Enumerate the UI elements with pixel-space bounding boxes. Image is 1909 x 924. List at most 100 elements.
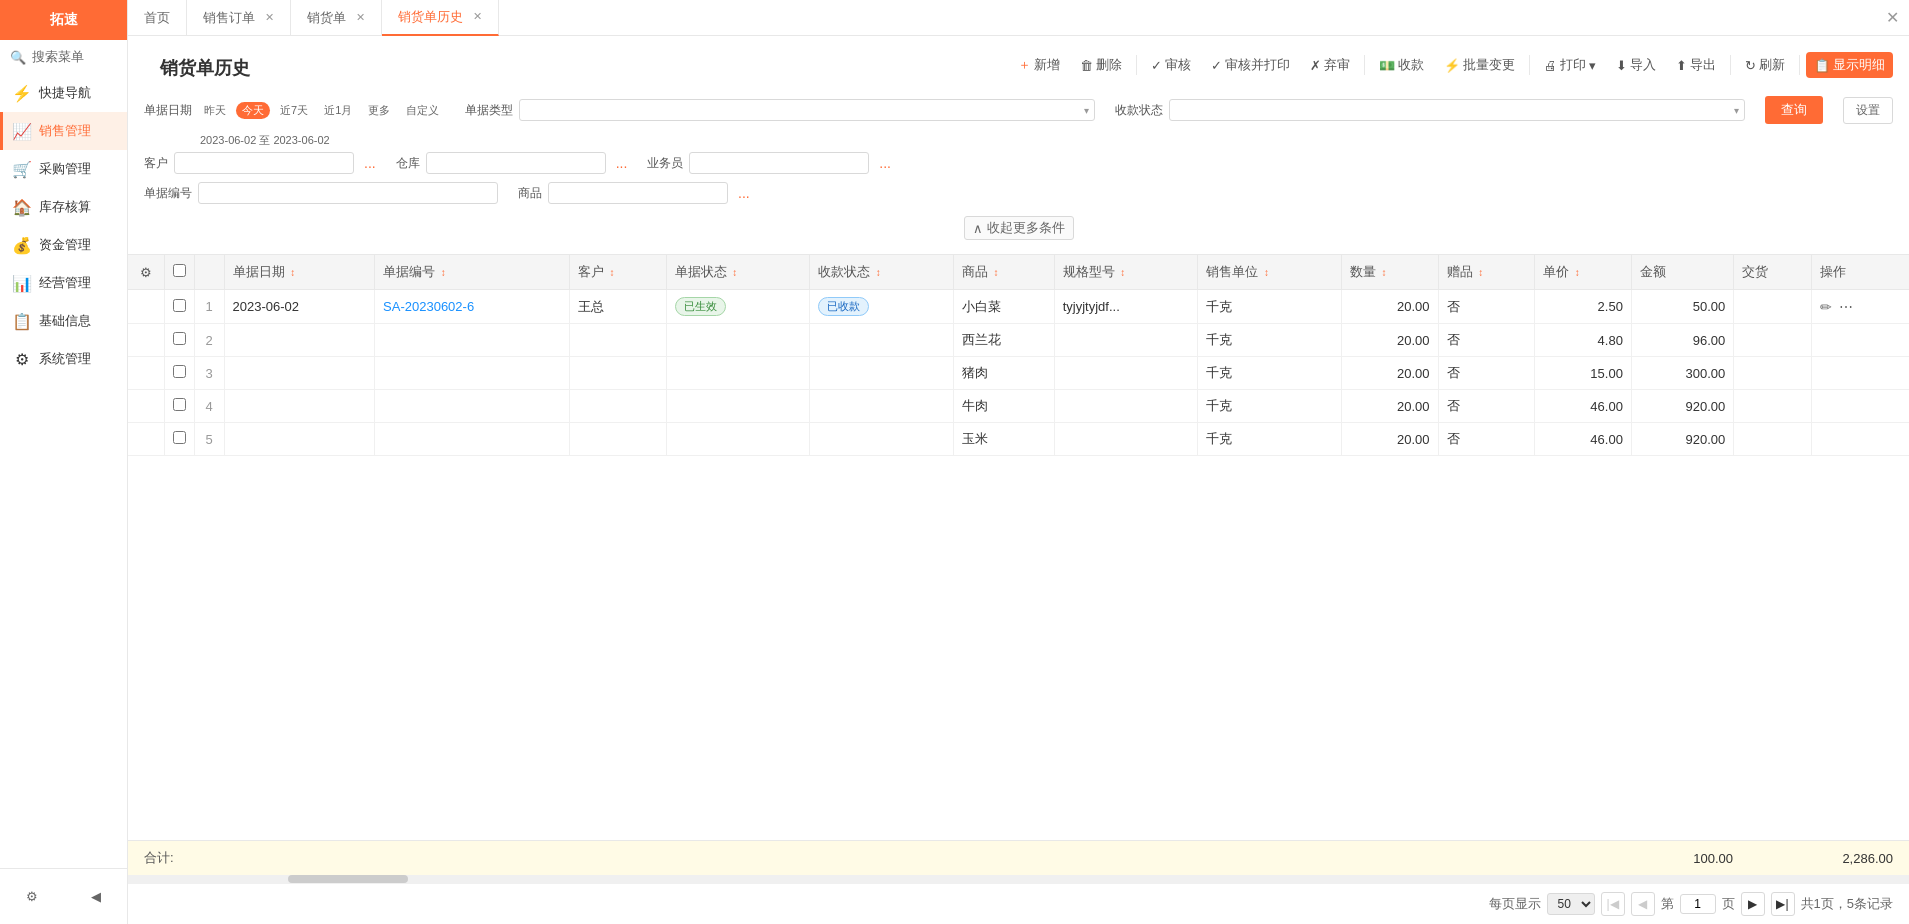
filter-row-3: 单据编号 商品 ...: [144, 182, 1893, 204]
date-tag-today[interactable]: 今天: [236, 102, 270, 119]
tab-sales-delivery-close[interactable]: ✕: [356, 11, 365, 24]
doc-no-link-1[interactable]: SA-20230602-6: [383, 299, 474, 314]
toolbar-export-btn[interactable]: ⬆ 导出: [1668, 52, 1724, 78]
row-checkbox-5[interactable]: [173, 431, 186, 444]
filter-staff-input[interactable]: [689, 152, 869, 174]
th-unit[interactable]: 销售单位 ↕: [1198, 255, 1342, 290]
sidebar-search[interactable]: 🔍 搜索菜单: [0, 40, 127, 74]
td-check-5[interactable]: [164, 423, 194, 456]
filter-customer-input[interactable]: [174, 152, 354, 174]
toolbar-abandon-btn[interactable]: ✗ 弃审: [1302, 52, 1358, 78]
collapse-button[interactable]: ∧ 收起更多条件: [964, 216, 1074, 240]
th-gift[interactable]: 赠品 ↕: [1438, 255, 1535, 290]
tab-sales-order[interactable]: 销售订单 ✕: [187, 0, 291, 36]
th-check[interactable]: [164, 255, 194, 290]
date-tag-7days[interactable]: 近7天: [274, 102, 314, 119]
th-doc-status[interactable]: 单据状态 ↕: [666, 255, 810, 290]
query-button[interactable]: 查询: [1765, 96, 1823, 124]
sidebar-item-operations[interactable]: 📊 经营管理: [0, 264, 127, 302]
edit-btn-1[interactable]: ✏: [1820, 299, 1832, 315]
tab-bar-close[interactable]: ✕: [1886, 8, 1909, 27]
row-checkbox-4[interactable]: [173, 398, 186, 411]
tab-sales-delivery[interactable]: 销货单 ✕: [291, 0, 382, 36]
sidebar-item-system-mgmt[interactable]: ⚙ 系统管理: [0, 340, 127, 378]
td-docno-1[interactable]: SA-20230602-6: [375, 290, 570, 324]
td-rownum-1: 1: [194, 290, 224, 324]
page-last-btn[interactable]: ▶|: [1771, 892, 1795, 916]
th-gear[interactable]: ⚙: [128, 255, 164, 290]
toolbar-review-print-btn[interactable]: ✓ 审核并打印: [1203, 52, 1298, 78]
th-transaction: 交货: [1734, 255, 1812, 290]
scrollbar-thumb[interactable]: [288, 875, 408, 883]
toolbar-batch-change-btn[interactable]: ⚡ 批量变更: [1436, 52, 1523, 78]
toolbar-delete-btn[interactable]: 🗑 删除: [1072, 52, 1130, 78]
td-check-4[interactable]: [164, 390, 194, 423]
td-check-2[interactable]: [164, 324, 194, 357]
horizontal-scrollbar[interactable]: [128, 875, 1909, 883]
sidebar-item-finance[interactable]: 💰 资金管理: [0, 226, 127, 264]
th-doc-no[interactable]: 单据编号 ↕: [375, 255, 570, 290]
table-container[interactable]: ⚙ 单据日期 ↕ 单据编号 ↕ 客户 ↕: [128, 255, 1909, 840]
filter-warehouse-input[interactable]: [426, 152, 606, 174]
td-check-3[interactable]: [164, 357, 194, 390]
filter-customer-dots[interactable]: ...: [364, 155, 376, 171]
import-icon: ⬇: [1616, 58, 1627, 73]
page-first-btn[interactable]: |◀: [1601, 892, 1625, 916]
toolbar-print-btn[interactable]: 🖨 打印 ▾: [1536, 52, 1604, 78]
filter-docno-input[interactable]: [198, 182, 498, 204]
sidebar-item-basic-info[interactable]: 📋 基础信息: [0, 302, 127, 340]
sidebar-settings-btn[interactable]: ⚙: [16, 881, 48, 912]
row-checkbox-1[interactable]: [173, 299, 186, 312]
page-next-btn[interactable]: ▶: [1741, 892, 1765, 916]
sidebar-item-label: 采购管理: [39, 160, 91, 178]
more-btn-1[interactable]: ⋯: [1839, 299, 1853, 315]
row-checkbox-2[interactable]: [173, 332, 186, 345]
sidebar-item-purchase-mgmt[interactable]: 🛒 采购管理: [0, 150, 127, 188]
row-checkbox-3[interactable]: [173, 365, 186, 378]
select-all-checkbox[interactable]: [173, 264, 186, 277]
settings-button[interactable]: 设置: [1843, 97, 1893, 124]
date-tag-yesterday[interactable]: 昨天: [198, 102, 232, 119]
th-doc-date-label: 单据日期: [233, 264, 285, 279]
toolbar-collect-btn[interactable]: 💵 收款: [1371, 52, 1432, 78]
td-unitprice-2: 4.80: [1535, 324, 1632, 357]
tab-sales-history[interactable]: 销货单历史 ✕: [382, 0, 499, 36]
filter-date-label: 单据日期: [144, 102, 192, 119]
page-prev-btn[interactable]: ◀: [1631, 892, 1655, 916]
th-unit-price[interactable]: 单价 ↕: [1535, 255, 1632, 290]
page-unit: 页: [1722, 895, 1735, 913]
tab-sales-history-close[interactable]: ✕: [473, 10, 482, 23]
sidebar-item-sales-mgmt[interactable]: 📈 销售管理: [0, 112, 127, 150]
td-check-1[interactable]: [164, 290, 194, 324]
sidebar-collapse-btn[interactable]: ◀: [81, 881, 111, 912]
th-spec[interactable]: 规格型号 ↕: [1054, 255, 1198, 290]
filter-warehouse-dots[interactable]: ...: [616, 155, 628, 171]
td-docdate-1: 2023-06-02: [224, 290, 375, 324]
filter-payment-status-select[interactable]: [1169, 99, 1745, 121]
filter-staff-label: 业务员: [647, 155, 683, 172]
toolbar-show-detail-btn[interactable]: 📋 显示明细: [1806, 52, 1893, 78]
filter-staff-dots[interactable]: ...: [879, 155, 891, 171]
toolbar-review-btn[interactable]: ✓ 审核: [1143, 52, 1199, 78]
date-tag-more[interactable]: 更多: [362, 102, 396, 119]
th-customer[interactable]: 客户 ↕: [569, 255, 666, 290]
per-page-select[interactable]: 50: [1547, 893, 1595, 915]
sidebar-item-inventory[interactable]: 🏠 库存核算: [0, 188, 127, 226]
tab-home[interactable]: 首页: [128, 0, 187, 36]
sidebar-item-quick-nav[interactable]: ⚡ 快捷导航: [0, 74, 127, 112]
filter-doc-type-select[interactable]: [519, 99, 1095, 121]
toolbar-import-btn[interactable]: ⬇ 导入: [1608, 52, 1664, 78]
th-payment-status[interactable]: 收款状态 ↕: [810, 255, 954, 290]
th-qty[interactable]: 数量 ↕: [1341, 255, 1438, 290]
filter-goods-input[interactable]: [548, 182, 728, 204]
th-goods[interactable]: 商品 ↕: [953, 255, 1054, 290]
filter-warehouse-group: 仓库 ...: [396, 152, 628, 174]
page-input[interactable]: [1680, 894, 1716, 914]
toolbar-new-btn[interactable]: ＋ 新增: [1010, 52, 1068, 78]
date-tag-1month[interactable]: 近1月: [318, 102, 358, 119]
tab-sales-order-close[interactable]: ✕: [265, 11, 274, 24]
date-tag-custom[interactable]: 自定义: [400, 102, 445, 119]
filter-goods-dots[interactable]: ...: [738, 185, 750, 201]
toolbar-refresh-btn[interactable]: ↻ 刷新: [1737, 52, 1793, 78]
th-doc-date[interactable]: 单据日期 ↕: [224, 255, 375, 290]
